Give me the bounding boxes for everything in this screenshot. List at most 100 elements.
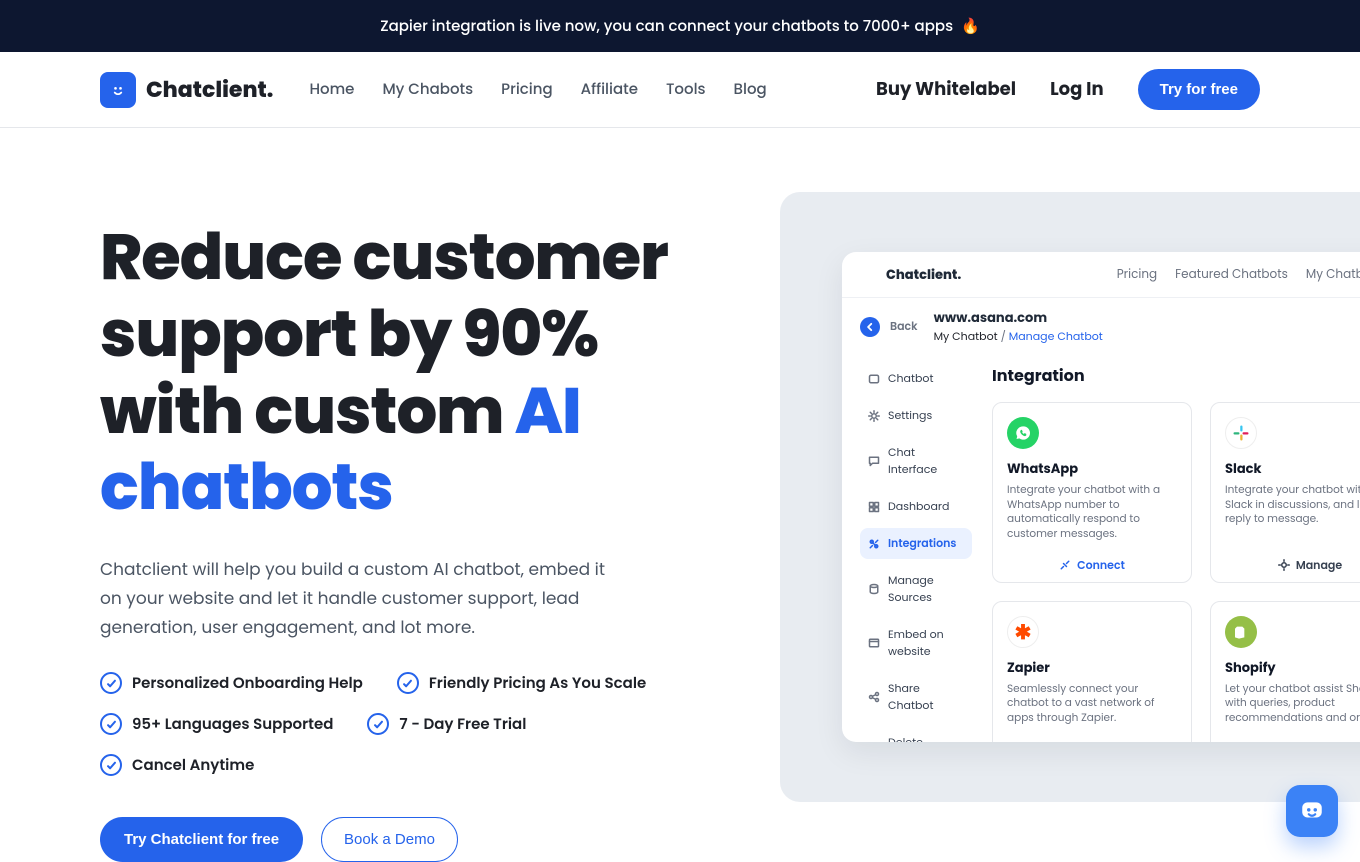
sidebar-item-embed[interactable]: Embed on website [860, 619, 972, 667]
card-desc: Seamlessly connect your chatbot to a vas… [1007, 682, 1177, 726]
feature-item: Cancel Anytime [100, 754, 254, 777]
mini-sidebar: Chatbot Settings Chat Interface Dashboar… [860, 363, 972, 742]
mini-brand-name: Chatclient. [886, 265, 961, 285]
shopify-icon [1225, 616, 1257, 648]
card-action-label: Connect [1077, 741, 1125, 742]
mini-main: Integration WhatsApp Integrate your chat… [992, 363, 1360, 742]
hero-preview: Chatclient. Pricing Featured Chatbots My… [780, 192, 1360, 802]
mini-nav-featured[interactable]: Featured Chatbots [1175, 266, 1288, 284]
login-link[interactable]: Log In [1050, 76, 1104, 103]
hero-headline: Reduce customer support by 90% with cust… [100, 220, 740, 527]
main-header: Chatclient. Home My Chabots Pricing Affi… [0, 52, 1360, 128]
zapier-icon: ✱ [1007, 616, 1039, 648]
brand-icon [860, 265, 880, 285]
nav-home[interactable]: Home [309, 78, 354, 101]
mini-titles: www.asana.com My Chatbot / Manage Chatbo… [934, 308, 1103, 345]
mini-subheader: Back www.asana.com My Chatbot / Manage C… [842, 298, 1360, 349]
card-title: WhatsApp [1007, 459, 1177, 479]
crumb-b[interactable]: Manage Chatbot [1009, 328, 1103, 344]
crumb-sep: / [998, 328, 1009, 344]
announcement-bar[interactable]: Zapier integration is live now, you can … [0, 0, 1360, 52]
sidebar-item-dashboard[interactable]: Dashboard [860, 491, 972, 522]
nav-tools[interactable]: Tools [666, 78, 706, 101]
connect-button[interactable]: Connect [993, 741, 1191, 742]
feature-item: 7 - Day Free Trial [367, 713, 526, 736]
book-demo-button[interactable]: Book a Demo [321, 817, 458, 862]
fire-icon: 🔥 [961, 15, 980, 38]
check-icon [100, 672, 122, 694]
sidebar-item-label: Manage Sources [888, 572, 964, 606]
manage-button[interactable]: Manage [1211, 741, 1360, 742]
slack-icon [1225, 417, 1257, 449]
try-free-button[interactable]: Try for free [1138, 69, 1260, 110]
crumb-a: My Chatbot [934, 328, 998, 344]
card-title: Zapier [1007, 658, 1177, 678]
sidebar-item-integrations[interactable]: Integrations [860, 528, 972, 559]
check-icon [100, 713, 122, 735]
nav-blog[interactable]: Blog [734, 78, 767, 101]
sidebar-item-chatbot[interactable]: Chatbot [860, 363, 972, 394]
mini-header: Chatclient. Pricing Featured Chatbots My… [842, 252, 1360, 298]
nav-pricing[interactable]: Pricing [501, 78, 553, 101]
card-action-label: Manage [1296, 741, 1342, 742]
sidebar-item-manage-sources[interactable]: Manage Sources [860, 565, 972, 613]
nav-affiliate[interactable]: Affiliate [581, 78, 638, 101]
feature-label: Personalized Onboarding Help [132, 672, 363, 695]
integration-cards: WhatsApp Integrate your chatbot with a W… [992, 402, 1360, 742]
feature-label: Friendly Pricing As You Scale [429, 672, 646, 695]
primary-nav: Home My Chabots Pricing Affiliate Tools … [309, 78, 766, 101]
sidebar-item-share[interactable]: Share Chatbot [860, 673, 972, 721]
brand-name: Chatclient. [146, 73, 273, 106]
sidebar-item-label: Delete Chatbot [888, 734, 964, 742]
integration-card-shopify: Shopify Let your chatbot assist Shopify … [1210, 601, 1360, 742]
sidebar-item-label: Integrations [888, 535, 956, 552]
feature-label: 7 - Day Free Trial [399, 713, 526, 736]
chat-icon [1299, 798, 1325, 824]
announcement-text: Zapier integration is live now, you can … [380, 15, 953, 38]
integration-card-zapier: ✱ Zapier Seamlessly connect your chatbot… [992, 601, 1192, 742]
brand-icon [100, 72, 136, 108]
card-title: Shopify [1225, 658, 1360, 678]
mini-breadcrumb: My Chatbot / Manage Chatbot [934, 328, 1103, 345]
hero-sub: Chatclient will help you build a custom … [100, 555, 620, 642]
header-actions: Buy Whitelabel Log In Try for free [876, 69, 1260, 110]
manage-button[interactable]: Manage [1211, 557, 1360, 574]
card-action-label: Connect [1077, 557, 1125, 574]
sidebar-item-label: Dashboard [888, 498, 949, 515]
integration-card-whatsapp: WhatsApp Integrate your chatbot with a W… [992, 402, 1192, 583]
check-icon [397, 672, 419, 694]
feature-label: Cancel Anytime [132, 754, 254, 777]
try-chatclient-button[interactable]: Try Chatclient for free [100, 817, 303, 862]
check-icon [367, 713, 389, 735]
whatsapp-icon [1007, 417, 1039, 449]
feature-item: Friendly Pricing As You Scale [397, 672, 646, 695]
sidebar-item-chat-interface[interactable]: Chat Interface [860, 437, 972, 485]
connect-button[interactable]: Connect [993, 557, 1191, 574]
back-button[interactable] [860, 317, 880, 337]
back-label: Back [890, 318, 918, 335]
hero-copy: Reduce customer support by 90% with cust… [100, 192, 740, 862]
card-desc: Let your chatbot assist Shopify with que… [1225, 682, 1360, 726]
app-frame: Chatclient. Pricing Featured Chatbots My… [842, 252, 1360, 742]
sidebar-item-settings[interactable]: Settings [860, 400, 972, 431]
card-action-label: Manage [1296, 557, 1342, 574]
chat-launcher-button[interactable] [1286, 785, 1338, 837]
nav-my-chabots[interactable]: My Chabots [382, 78, 473, 101]
brand-logo[interactable]: Chatclient. [100, 72, 273, 108]
feature-label: 95+ Languages Supported [132, 713, 333, 736]
hero-cta-row: Try Chatclient for free Book a Demo [100, 817, 740, 862]
check-icon [100, 754, 122, 776]
hero: Reduce customer support by 90% with cust… [0, 128, 1360, 862]
card-desc: Integrate your chatbot with a WhatsApp n… [1007, 483, 1177, 542]
feature-item: Personalized Onboarding Help [100, 672, 363, 695]
hero-features: Personalized Onboarding Help Friendly Pr… [100, 672, 660, 777]
mini-nav-mychat[interactable]: My Chatbots [1306, 266, 1360, 284]
sidebar-item-delete[interactable]: Delete Chatbot [860, 727, 972, 742]
buy-whitelabel-link[interactable]: Buy Whitelabel [876, 76, 1016, 103]
mini-nav-pricing[interactable]: Pricing [1117, 266, 1157, 284]
integration-card-slack: Slack Integrate your chatbot with Slack … [1210, 402, 1360, 583]
sidebar-item-label: Embed on website [888, 626, 964, 660]
mini-brand[interactable]: Chatclient. [860, 265, 961, 285]
card-title: Slack [1225, 459, 1360, 479]
mini-section-title: Integration [992, 363, 1360, 388]
